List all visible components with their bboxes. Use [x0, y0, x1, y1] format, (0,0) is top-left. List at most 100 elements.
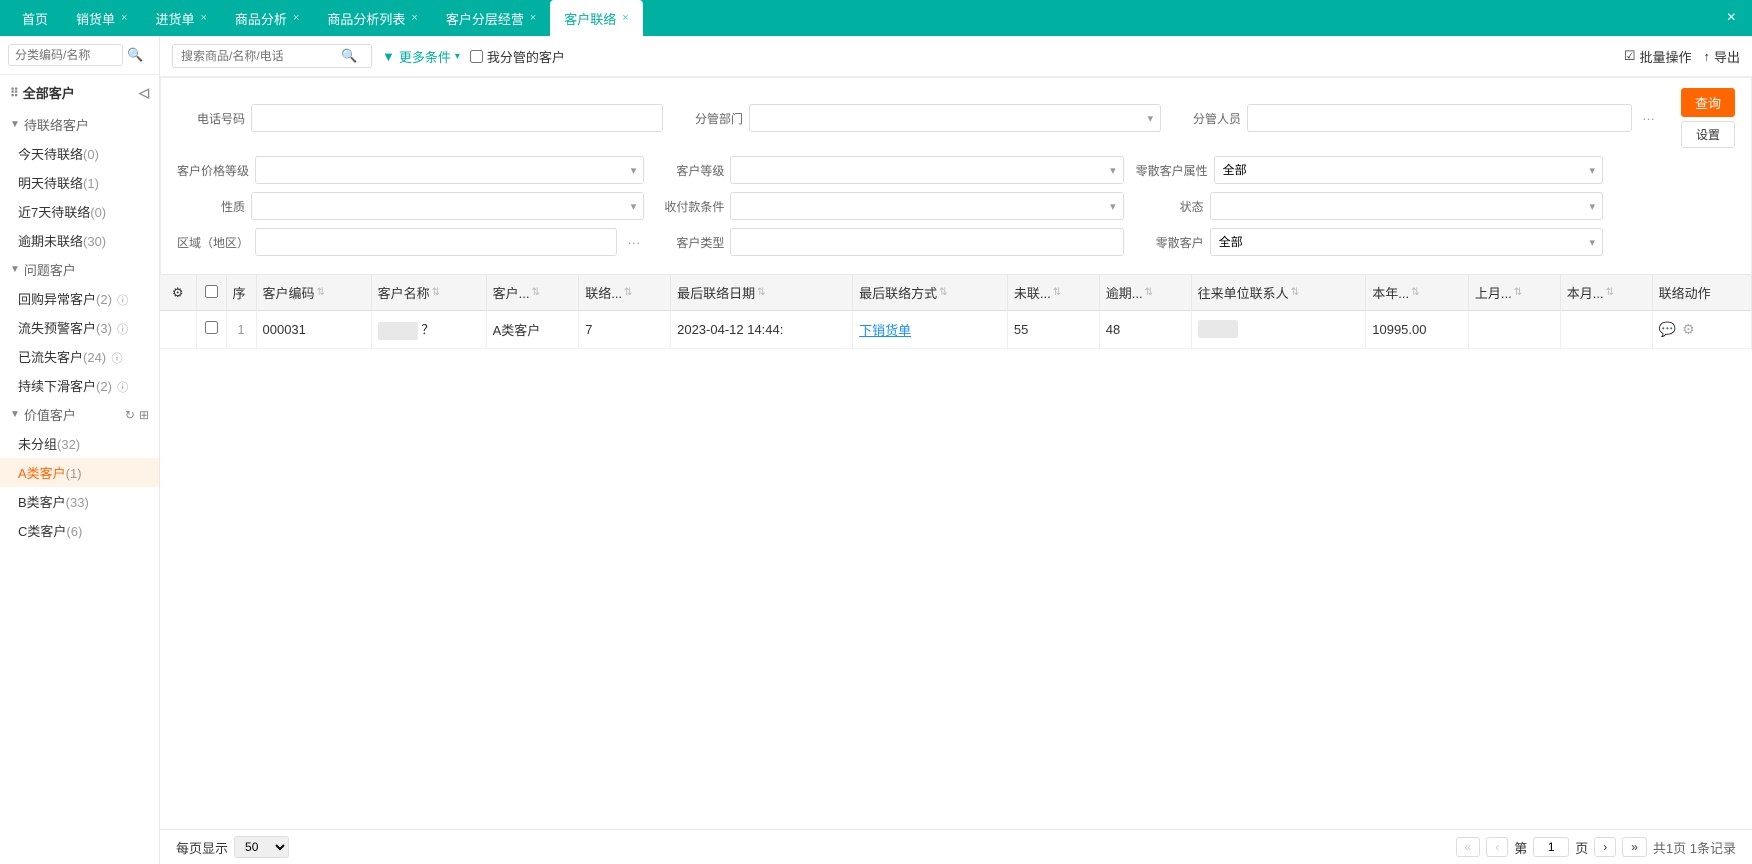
search-icon[interactable]: 🔍 [341, 48, 357, 64]
nav-item-sales[interactable]: 销货单 × [62, 0, 141, 36]
th-customer-level[interactable]: 客户... ⇅ [486, 275, 579, 311]
action-gear-icon[interactable]: ⚙ [1682, 321, 1695, 338]
settings-button[interactable]: 设置 [1681, 121, 1735, 148]
problem-section-label: 问题客户 [24, 260, 76, 279]
row-checkbox[interactable] [205, 321, 218, 334]
nav-segment-close[interactable]: × [530, 12, 536, 24]
nav-item-purchase[interactable]: 进货单 × [141, 0, 220, 36]
td-checkbox[interactable] [196, 311, 226, 349]
th-last-month[interactable]: 上月... ⇅ [1468, 275, 1560, 311]
th-overdue[interactable]: 逾期... ⇅ [1099, 275, 1191, 311]
nav-item-customer-segment[interactable]: 客户分层经营 × [432, 0, 550, 36]
sidebar-item-churned[interactable]: 已流失客户(24) ⓘ [0, 342, 159, 371]
sort-date-icon[interactable]: ⇅ [757, 287, 765, 298]
sidebar-item-overdue[interactable]: 逾期未联络(30) [0, 226, 159, 255]
search-input[interactable] [181, 49, 341, 63]
sort-name-icon[interactable]: ⇅ [432, 287, 440, 298]
sidebar-item-b-class[interactable]: B类客户(33) [0, 487, 159, 516]
filter-status-select[interactable] [1210, 192, 1603, 220]
filter-payment-select[interactable] [730, 192, 1123, 220]
nav-product-close[interactable]: × [293, 12, 299, 24]
sidebar-collapse-icon[interactable]: ◁ [139, 85, 149, 101]
nav-item-home[interactable]: 首页 [8, 0, 62, 36]
sidebar-item-today[interactable]: 今天待联络(0) [0, 139, 159, 168]
nav-sales-close[interactable]: × [121, 12, 127, 24]
filter-person-dotdot[interactable]: ··· [1638, 111, 1659, 126]
sidebar-item-c-class[interactable]: C类客户(6) [0, 516, 159, 545]
nav-purchase-close[interactable]: × [200, 12, 206, 24]
th-not-contacted[interactable]: 未联... ⇅ [1007, 275, 1099, 311]
sidebar-item-repurchase[interactable]: 回购异常客户(2) ⓘ [0, 284, 159, 313]
batch-op-button[interactable]: ☑ 批量操作 [1624, 47, 1692, 66]
filter-retail-attr-select[interactable]: 全部 [1214, 156, 1603, 184]
th-last-contact-date[interactable]: 最后联络日期 ⇅ [671, 275, 853, 311]
filter-region-dotdot[interactable]: ··· [623, 235, 644, 250]
th-checkbox[interactable] [196, 275, 226, 311]
sidebar-item-a-class[interactable]: A类客户(1) [0, 458, 159, 487]
filter-retail-cust-select[interactable]: 全部 [1210, 228, 1603, 256]
nav-item-customer-contact[interactable]: 客户联络 × [550, 0, 642, 36]
th-customer-name[interactable]: 客户名称 ⇅ [371, 275, 486, 311]
contact-method-link[interactable]: 下销货单 [859, 323, 911, 338]
last-page-button[interactable]: » [1622, 837, 1647, 857]
first-page-button[interactable]: « [1456, 837, 1481, 857]
sidebar-item-declining[interactable]: 持续下滑客户(2) ⓘ [0, 371, 159, 400]
th-contact-count[interactable]: 联络... ⇅ [579, 275, 671, 311]
th-unit-contact[interactable]: 往来单位联系人 ⇅ [1191, 275, 1366, 311]
sidebar-item-unclassified[interactable]: 未分组(32) [0, 429, 159, 458]
filter-price-level-select[interactable] [255, 156, 644, 184]
th-last-contact-method[interactable]: 最后联络方式 ⇅ [853, 275, 1008, 311]
th-customer-code[interactable]: 客户编码 ⇅ [256, 275, 371, 311]
filter-more-button[interactable]: ▼ 更多条件 ▾ [382, 47, 460, 66]
th-this-year[interactable]: 本年... ⇅ [1366, 275, 1469, 311]
nav-product-list-close[interactable]: × [411, 12, 417, 24]
settings-icon[interactable]: ⚙ [172, 285, 184, 300]
filter-phone-input[interactable] [251, 104, 663, 132]
page-input[interactable] [1533, 837, 1569, 857]
value-refresh-icon[interactable]: ↻ [125, 408, 135, 422]
sidebar-item-churn-warning[interactable]: 流失预警客户(3) ⓘ [0, 313, 159, 342]
sort-level-icon[interactable]: ⇅ [531, 287, 539, 298]
filter-nature-select[interactable] [251, 192, 644, 220]
my-customer-check[interactable] [470, 50, 483, 63]
sidebar-search-icon[interactable]: 🔍 [127, 47, 143, 63]
sort-code-icon[interactable]: ⇅ [317, 287, 325, 298]
sort-this-month-icon[interactable]: ⇅ [1606, 287, 1614, 298]
page-size-select[interactable]: 10 20 50 100 [234, 836, 289, 858]
value-settings-icon[interactable]: ⊞ [139, 408, 149, 422]
nav-item-product-analysis[interactable]: 商品分析 × [221, 0, 313, 36]
search-box[interactable]: 🔍 [172, 44, 372, 68]
td-seq: 1 [226, 311, 256, 349]
filter-region-input[interactable] [255, 228, 617, 256]
nav-item-product-list[interactable]: 商品分析列表 × [313, 0, 431, 36]
sort-overdue-icon[interactable]: ⇅ [1145, 287, 1153, 298]
prev-page-button[interactable]: ‹ [1486, 837, 1508, 857]
filter-dept-select[interactable] [749, 104, 1161, 132]
window-close-button[interactable]: × [1719, 9, 1744, 27]
sort-last-month-icon[interactable]: ⇅ [1514, 287, 1522, 298]
batch-op-icon: ☑ [1624, 48, 1636, 64]
sort-not-contacted-icon[interactable]: ⇅ [1053, 287, 1061, 298]
sort-method-icon[interactable]: ⇅ [939, 287, 947, 298]
nav-contact-close[interactable]: × [622, 12, 628, 24]
th-this-month[interactable]: 本月... ⇅ [1560, 275, 1652, 311]
my-customer-checkbox[interactable]: 我分管的客户 [470, 47, 565, 66]
td-last-contact-method[interactable]: 下销货单 [853, 311, 1008, 349]
export-button[interactable]: ↑ 导出 [1703, 47, 1740, 66]
sort-unit-icon[interactable]: ⇅ [1291, 287, 1299, 298]
sidebar-item-7days[interactable]: 近7天待联络(0) [0, 197, 159, 226]
filter-cust-type-input[interactable] [730, 228, 1123, 256]
sort-year-icon[interactable]: ⇅ [1411, 287, 1419, 298]
query-button[interactable]: 查询 [1681, 88, 1735, 117]
sidebar-item-tomorrow[interactable]: 明天待联络(1) [0, 168, 159, 197]
select-all-checkbox[interactable] [205, 285, 218, 298]
filter-panel: 电话号码 分管部门 分管人员 ··· 查询 设置 [160, 77, 1752, 275]
page-size-area: 每页显示 10 20 50 100 [176, 836, 289, 858]
comment-icon[interactable]: 💬 [1659, 321, 1676, 338]
sidebar-search-input[interactable] [8, 44, 123, 66]
filter-cust-level-select[interactable] [730, 156, 1123, 184]
th-settings[interactable]: ⚙ [160, 275, 196, 311]
filter-person-input[interactable] [1247, 104, 1632, 132]
next-page-button[interactable]: › [1594, 837, 1616, 857]
sort-contact-icon[interactable]: ⇅ [624, 287, 632, 298]
